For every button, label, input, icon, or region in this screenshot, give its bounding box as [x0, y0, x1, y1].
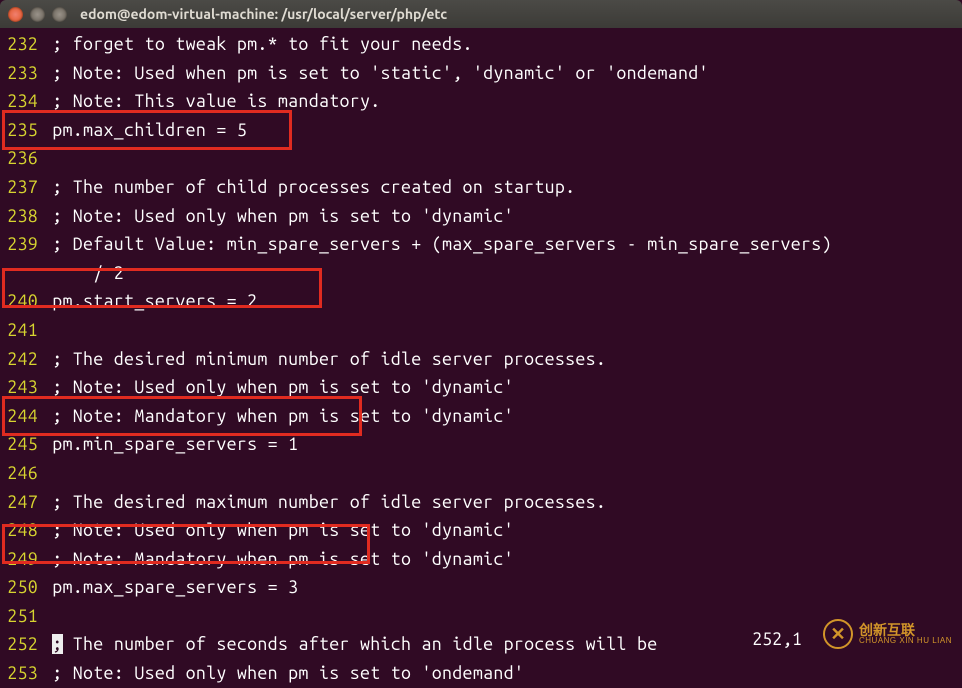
line-number: 241	[0, 316, 42, 345]
line-number: 240	[0, 287, 42, 316]
line-text: / 2	[42, 263, 124, 283]
line-text: ; Note: Mandatory when pm is set to 'dyn…	[42, 549, 514, 569]
code-line: 241	[0, 316, 962, 345]
code-line: / 2	[0, 259, 962, 288]
minimize-icon[interactable]	[30, 7, 45, 22]
watermark-text-py: CHUANG XIN HU LIAN	[859, 637, 952, 645]
cursor: ;	[52, 634, 62, 654]
code-line: 246	[0, 459, 962, 488]
line-text: pm.start_servers = 2	[42, 291, 257, 311]
maximize-icon[interactable]	[52, 7, 67, 22]
line-number: 244	[0, 402, 42, 431]
line-number: 232	[0, 30, 42, 59]
code-line: 250 pm.max_spare_servers = 3	[0, 573, 962, 602]
line-number: 248	[0, 516, 42, 545]
code-line: 232 ; forget to tweak pm.* to fit your n…	[0, 30, 962, 59]
code-line: 249 ; Note: Mandatory when pm is set to …	[0, 545, 962, 574]
line-number: 242	[0, 345, 42, 374]
line-text: ; Note: This value is mandatory.	[42, 91, 381, 111]
line-number: 234	[0, 87, 42, 116]
line-number: 246	[0, 459, 42, 488]
line-number: 239	[0, 230, 42, 259]
line-text: ; Note: Used when pm is set to 'static',…	[42, 63, 709, 83]
line-number: 238	[0, 202, 42, 231]
code-line: 245 pm.min_spare_servers = 1	[0, 430, 962, 459]
line-text: ; Default Value: min_spare_servers + (ma…	[42, 234, 832, 254]
line-text	[42, 634, 52, 654]
line-number: 245	[0, 430, 42, 459]
line-number: 253	[0, 659, 42, 688]
line-text: The number of seconds after which an idl…	[63, 634, 668, 654]
code-line: 237 ; The number of child processes crea…	[0, 173, 962, 202]
close-icon[interactable]	[8, 7, 23, 22]
line-number: 235	[0, 116, 42, 145]
line-number: 233	[0, 59, 42, 88]
line-number: 237	[0, 173, 42, 202]
code-line: 238 ; Note: Used only when pm is set to …	[0, 202, 962, 231]
line-text: pm.max_spare_servers = 3	[42, 577, 298, 597]
code-line: 233 ; Note: Used when pm is set to 'stat…	[0, 59, 962, 88]
line-number: 247	[0, 488, 42, 517]
line-text: ; The desired minimum number of idle ser…	[42, 349, 606, 369]
watermark-text-cn: 创新互联	[859, 623, 952, 637]
code-line: 244 ; Note: Mandatory when pm is set to …	[0, 402, 962, 431]
code-line: 235 pm.max_children = 5	[0, 116, 962, 145]
code-line: 253 ; Note: Used only when pm is set to …	[0, 659, 962, 688]
watermark: ✕ 创新互联 CHUANG XIN HU LIAN	[823, 619, 952, 649]
code-line: 243 ; Note: Used only when pm is set to …	[0, 373, 962, 402]
line-text: ; Note: Used only when pm is set to 'dyn…	[42, 377, 514, 397]
line-text: ; Note: Used only when pm is set to 'ond…	[42, 663, 524, 683]
line-number: 236	[0, 144, 42, 173]
line-text: pm.min_spare_servers = 1	[42, 434, 298, 454]
code-line: 242 ; The desired minimum number of idle…	[0, 345, 962, 374]
code-line: 239 ; Default Value: min_spare_servers +…	[0, 230, 962, 259]
line-text: ; forget to tweak pm.* to fit your needs…	[42, 34, 473, 54]
line-number: 249	[0, 545, 42, 574]
line-text: ; The number of child processes created …	[42, 177, 575, 197]
code-line: 240 pm.start_servers = 2	[0, 287, 962, 316]
line-number: 251	[0, 602, 42, 631]
code-line: 234 ; Note: This value is mandatory.	[0, 87, 962, 116]
line-text: pm.max_children = 5	[42, 120, 247, 140]
line-number: 243	[0, 373, 42, 402]
watermark-logo-icon: ✕	[823, 619, 853, 649]
line-text: ; Note: Used only when pm is set to 'dyn…	[42, 520, 514, 540]
line-text: ; Note: Mandatory when pm is set to 'dyn…	[42, 406, 514, 426]
code-line: 248 ; Note: Used only when pm is set to …	[0, 516, 962, 545]
line-text	[42, 148, 52, 168]
line-text: ; Note: Used only when pm is set to 'dyn…	[42, 206, 514, 226]
window-titlebar: edom@edom-virtual-machine: /usr/local/se…	[0, 0, 962, 28]
window-title: edom@edom-virtual-machine: /usr/local/se…	[80, 6, 447, 22]
code-line: 247 ; The desired maximum number of idle…	[0, 488, 962, 517]
line-text: ; The desired maximum number of idle ser…	[42, 492, 606, 512]
vim-status-position: 252,1	[752, 629, 802, 649]
code-line: 236	[0, 144, 962, 173]
code-line: 251	[0, 602, 962, 631]
terminal-content[interactable]: 232 ; forget to tweak pm.* to fit your n…	[0, 28, 962, 688]
line-text	[42, 606, 52, 626]
line-number: 250	[0, 573, 42, 602]
line-text	[42, 463, 52, 483]
line-text	[42, 320, 52, 340]
